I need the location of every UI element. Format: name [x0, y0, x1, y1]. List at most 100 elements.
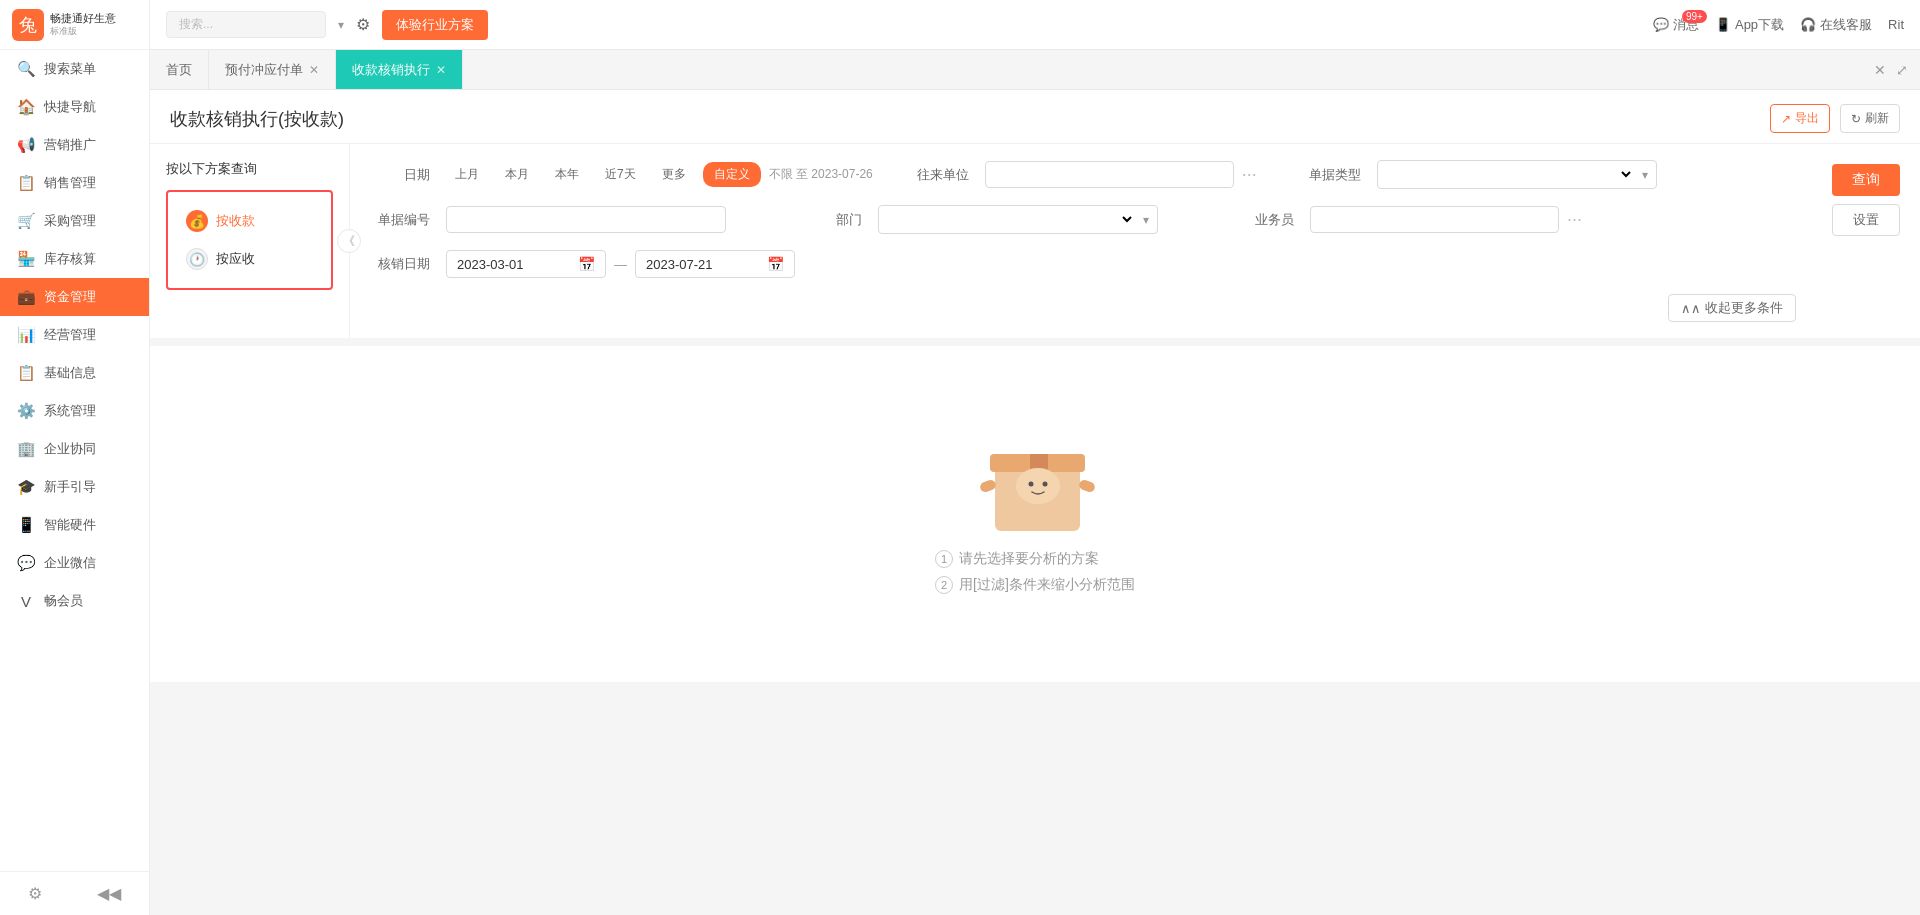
date-btn-7days[interactable]: 近7天 [596, 162, 645, 187]
settings-button[interactable]: 设置 [1832, 204, 1900, 236]
sidebar-item-basics[interactable]: 📋 基础信息 [0, 354, 149, 392]
collapse-up-icon: ∧∧ [1681, 301, 1701, 316]
date-btn-more[interactable]: 更多 [653, 162, 695, 187]
sidebar-item-purchase[interactable]: 🛒 采购管理 [0, 202, 149, 240]
tab-expand-icon[interactable]: ⤢ [1896, 62, 1908, 78]
verify-date-start-calendar-icon[interactable]: 📅 [578, 256, 595, 272]
tab-home[interactable]: 首页 [150, 50, 209, 89]
settings-bottom-icon[interactable]: ⚙ [20, 880, 50, 907]
sidebar-item-guide-label: 新手引导 [44, 478, 96, 496]
sidebar-item-operations[interactable]: 📊 经营管理 [0, 316, 149, 354]
filter-left-title: 按以下方案查询 [166, 160, 333, 178]
online-service-button[interactable]: 🎧 在线客服 [1800, 16, 1872, 34]
sidebar-item-inventory[interactable]: 🏪 库存核算 [0, 240, 149, 278]
sidebar-item-quicknav[interactable]: 🏠 快捷导航 [0, 88, 149, 126]
sidebar-item-wechat[interactable]: 💬 企业微信 [0, 544, 149, 582]
filter-option-receipt-label: 按收款 [216, 212, 255, 230]
sidebar-item-sales[interactable]: 📋 销售管理 [0, 164, 149, 202]
sidebar-item-enterprise-label: 企业协同 [44, 440, 96, 458]
collapse-more-button[interactable]: ∧∧ 收起更多条件 [1668, 294, 1796, 322]
filter-option-receivable-label: 按应收 [216, 250, 255, 268]
counterparty-dots-icon[interactable]: ··· [1234, 164, 1265, 185]
sidebar-item-search[interactable]: 🔍 搜索菜单 [0, 50, 149, 88]
message-badge: 99+ [1682, 10, 1707, 23]
sidebar-item-member[interactable]: V 畅会员 [0, 582, 149, 620]
export-button[interactable]: ↗ 导出 [1770, 104, 1830, 133]
tab-close-all-icon[interactable]: ✕ [1874, 62, 1886, 78]
date-btn-this-year[interactable]: 本年 [546, 162, 588, 187]
salesperson-input[interactable] [1310, 206, 1559, 233]
tabbar: 首页 预付冲应付单 ✕ 收款核销执行 ✕ ✕ ⤢ [150, 50, 1920, 90]
collapse-sidebar-icon[interactable]: ◀◀ [89, 880, 129, 907]
date-label: 日期 [370, 166, 430, 184]
filter-row-2: 单据编号 部门 ▾ 业务员 [370, 205, 1796, 234]
sidebar-item-guide[interactable]: 🎓 新手引导 [0, 468, 149, 506]
query-button[interactable]: 查询 [1832, 164, 1900, 196]
salesperson-label: 业务员 [1214, 211, 1294, 229]
username-label: Rit [1888, 17, 1904, 32]
bill-type-select[interactable] [1378, 161, 1634, 188]
sidebar-item-system[interactable]: ⚙️ 系统管理 [0, 392, 149, 430]
topbar-chevron-icon[interactable]: ▾ [338, 18, 344, 32]
message-button[interactable]: 💬 消息 99+ [1653, 16, 1699, 34]
page-content: 收款核销执行(按收款) ↗ 导出 ↻ 刷新 按以下方案查询 💰 [150, 90, 1920, 915]
sidebar-item-marketing[interactable]: 📢 营销推广 [0, 126, 149, 164]
filter-option-receivable-icon: 🕐 [186, 248, 208, 270]
filter-collapse-row: ∧∧ 收起更多条件 [370, 294, 1796, 322]
department-select-wrapper: ▾ [878, 205, 1158, 234]
counterparty-input[interactable] [985, 161, 1234, 188]
wechat-icon: 💬 [16, 554, 36, 572]
quicknav-icon: 🏠 [16, 98, 36, 116]
system-icon: ⚙️ [16, 402, 36, 420]
topbar: 搜索... ▾ ⚙ 体验行业方案 💬 消息 99+ 📱 App下载 🎧 在线客服… [150, 0, 1920, 50]
date-btn-this-month[interactable]: 本月 [496, 162, 538, 187]
sidebar-item-funds[interactable]: 💼 资金管理 [0, 278, 149, 316]
verify-date-start-value: 2023-03-01 [457, 257, 570, 272]
tab-home-label: 首页 [166, 61, 192, 79]
sidebar-item-enterprise[interactable]: 🏢 企业协同 [0, 430, 149, 468]
empty-illustration [975, 426, 1095, 526]
topbar-search-box[interactable]: 搜索... [166, 11, 326, 38]
sidebar-bottom: ⚙ ◀◀ [0, 871, 149, 915]
refresh-button[interactable]: ↻ 刷新 [1840, 104, 1900, 133]
sidebar-item-search-label: 搜索菜单 [44, 60, 96, 78]
collapse-left-button[interactable]: 《 [337, 229, 361, 253]
verify-date-end-calendar-icon[interactable]: 📅 [767, 256, 784, 272]
page-title: 收款核销执行(按收款) [170, 107, 344, 131]
bill-no-label: 单据编号 [370, 211, 430, 229]
department-select[interactable] [879, 206, 1135, 233]
filter-option-by-receivable[interactable]: 🕐 按应收 [176, 240, 323, 278]
sidebar-item-wechat-label: 企业微信 [44, 554, 96, 572]
filter-row-1: 日期 上月 本月 本年 近7天 更多 自定义 不限 至 2023-07-26 往… [370, 160, 1796, 189]
solution-button[interactable]: 体验行业方案 [382, 10, 488, 40]
tab-collection[interactable]: 收款核销执行 ✕ [336, 50, 463, 89]
date-btn-custom[interactable]: 自定义 [703, 162, 761, 187]
tab-collection-close[interactable]: ✕ [436, 63, 446, 77]
app-download-button[interactable]: 📱 App下载 [1715, 16, 1784, 34]
counterparty-input-wrapper: ··· [985, 161, 1265, 188]
topbar-gear-icon[interactable]: ⚙ [356, 15, 370, 34]
verify-date-start-box[interactable]: 2023-03-01 📅 [446, 250, 606, 278]
department-label: 部门 [782, 211, 862, 229]
date-btn-last-month[interactable]: 上月 [446, 162, 488, 187]
export-icon: ↗ [1781, 112, 1791, 126]
page-header-actions: ↗ 导出 ↻ 刷新 [1770, 104, 1900, 133]
tab-prepay[interactable]: 预付冲应付单 ✕ [209, 50, 336, 89]
sidebar-item-member-label: 畅会员 [44, 592, 83, 610]
refresh-label: 刷新 [1865, 110, 1889, 127]
salesperson-dots-icon[interactable]: ··· [1559, 209, 1590, 230]
sidebar-item-hardware[interactable]: 📱 智能硬件 [0, 506, 149, 544]
bill-type-label: 单据类型 [1281, 166, 1361, 184]
tab-prepay-close[interactable]: ✕ [309, 63, 319, 77]
empty-hint-2: 2 用[过滤]条件来缩小分析范围 [935, 576, 1135, 594]
filter-option-by-receipt[interactable]: 💰 按收款 [176, 202, 323, 240]
verify-date-end-box[interactable]: 2023-07-21 📅 [635, 250, 795, 278]
sidebar-item-marketing-label: 营销推广 [44, 136, 96, 154]
message-icon: 💬 [1653, 17, 1669, 32]
tab-prepay-label: 预付冲应付单 [225, 61, 303, 79]
bill-no-input[interactable] [446, 206, 726, 233]
enterprise-icon: 🏢 [16, 440, 36, 458]
svg-point-3 [1016, 468, 1060, 504]
sidebar-item-hardware-label: 智能硬件 [44, 516, 96, 534]
search-icon: 🔍 [16, 60, 36, 78]
